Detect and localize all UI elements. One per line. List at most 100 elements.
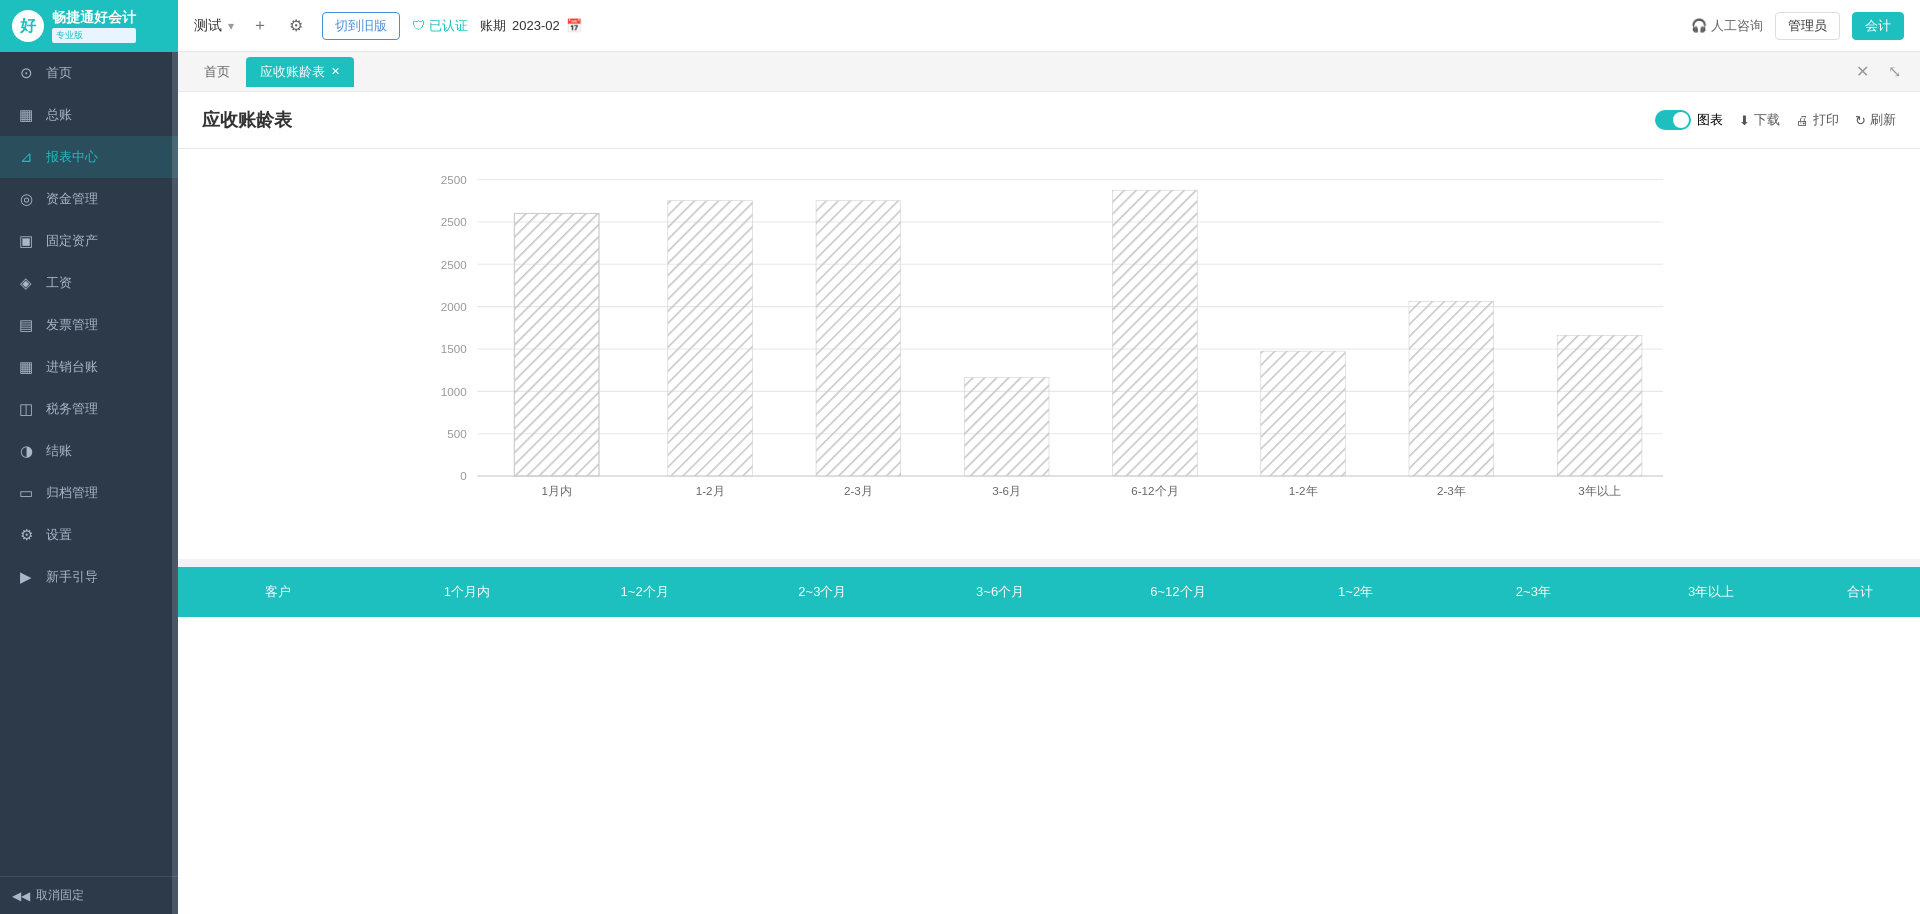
- sidebar-item-label: 税务管理: [46, 400, 98, 418]
- archive-icon: ▭: [16, 484, 36, 502]
- sidebar-item-label: 新手引导: [46, 568, 98, 586]
- svg-text:2500: 2500: [441, 258, 467, 271]
- chart-container: 2500 2500 2500 2000 1500 1000 500 0: [178, 149, 1920, 559]
- svg-text:1-2年: 1-2年: [1289, 484, 1318, 497]
- sidebar-nav: ⊙ 首页 ▦ 总账 ⊿ 报表中心 ◎ 资金管理 ▣ 固定资产 ◈ 工资 ▤ 发票…: [0, 52, 178, 876]
- sidebar-item-ledger[interactable]: ▦ 总账: [0, 94, 178, 136]
- sidebar-item-settings[interactable]: ⚙ 设置: [0, 514, 178, 556]
- tab-ar-aging[interactable]: 应收账龄表 ✕: [246, 57, 354, 87]
- sidebar-item-close[interactable]: ◑ 结账: [0, 430, 178, 472]
- svg-rect-17: [514, 213, 599, 476]
- toggle-thumb: [1673, 112, 1689, 128]
- col-header-1-2y: 1~2年: [1267, 567, 1445, 617]
- chart-toggle-label: 图表: [1697, 111, 1723, 129]
- shield-icon: 🛡: [412, 18, 425, 33]
- svg-rect-23: [1409, 301, 1494, 476]
- cancel-fixed-btn[interactable]: ◀◀ 取消固定: [0, 876, 178, 914]
- refresh-button[interactable]: ↻ 刷新: [1855, 111, 1896, 129]
- svg-rect-24: [1557, 335, 1642, 476]
- sidebar-item-assets[interactable]: ▣ 固定资产: [0, 220, 178, 262]
- sidebar-item-label: 设置: [46, 526, 72, 544]
- svg-rect-18: [668, 201, 753, 476]
- sidebar-item-archive[interactable]: ▭ 归档管理: [0, 472, 178, 514]
- manager-button[interactable]: 管理员: [1775, 12, 1840, 40]
- svg-rect-19: [816, 201, 901, 476]
- svg-text:2-3月: 2-3月: [844, 484, 873, 497]
- download-icon: ⬇: [1739, 113, 1750, 128]
- sidebar-item-salary[interactable]: ◈ 工资: [0, 262, 178, 304]
- cancel-fixed-label: 取消固定: [36, 887, 84, 904]
- table-container: 客户 1个月内 1~2个月 2~3个月 3~6个月 6~12个月 1~2年 2~…: [178, 567, 1920, 914]
- toggle-track[interactable]: [1655, 110, 1691, 130]
- app-logo: 好 畅捷通好会计 专业版: [0, 0, 178, 52]
- svg-rect-20: [964, 378, 1049, 476]
- page-content: 应收账龄表 图表 ⬇ 下载 🖨 打印 ↻ 刷新: [178, 92, 1920, 914]
- period-text: 账期: [480, 17, 506, 35]
- sidebar-item-tax[interactable]: ◫ 税务管理: [0, 388, 178, 430]
- col-header-3-6m: 3~6个月: [911, 567, 1089, 617]
- project-selector[interactable]: 测试 ▾: [194, 17, 234, 35]
- switch-version-button[interactable]: 切到旧版: [322, 12, 400, 40]
- reports-icon: ⊿: [16, 148, 36, 166]
- sidebar-item-label: 总账: [46, 106, 72, 124]
- sidebar-item-label: 固定资产: [46, 232, 98, 250]
- sidebar-item-sales[interactable]: ▦ 进销台账: [0, 346, 178, 388]
- sidebar-item-label: 进销台账: [46, 358, 98, 376]
- tabbar-icons: ✕ ⤡: [1848, 58, 1908, 86]
- settings-icon: ⚙: [16, 526, 36, 544]
- page-actions: 图表 ⬇ 下载 🖨 打印 ↻ 刷新: [1655, 110, 1896, 130]
- sidebar-item-invoice[interactable]: ▤ 发票管理: [0, 304, 178, 346]
- settings-button[interactable]: ⚙: [282, 12, 310, 40]
- svg-text:6-12个月: 6-12个月: [1131, 484, 1178, 497]
- tax-icon: ◫: [16, 400, 36, 418]
- period-info: 账期 2023-02 📅: [480, 17, 582, 35]
- period-value: 2023-02: [512, 18, 560, 33]
- svg-text:500: 500: [447, 427, 467, 440]
- sidebar-item-guide[interactable]: ▶ 新手引导: [0, 556, 178, 598]
- svg-text:1000: 1000: [441, 385, 467, 398]
- unpin-icon: ◀◀: [12, 889, 30, 903]
- edition-badge: 专业版: [52, 28, 136, 43]
- sidebar-item-funds[interactable]: ◎ 资金管理: [0, 178, 178, 220]
- svg-text:2500: 2500: [441, 215, 467, 228]
- svg-text:2000: 2000: [441, 300, 467, 313]
- refresh-label: 刷新: [1870, 111, 1896, 129]
- sidebar-item-home[interactable]: ⊙ 首页: [0, 52, 178, 94]
- sidebar-item-label: 资金管理: [46, 190, 98, 208]
- col-header-6-12m: 6~12个月: [1089, 567, 1267, 617]
- close-tab-icon[interactable]: ✕: [331, 65, 340, 78]
- sidebar-item-label: 归档管理: [46, 484, 98, 502]
- accountant-button[interactable]: 会计: [1852, 12, 1904, 40]
- add-button[interactable]: ＋: [246, 12, 274, 40]
- tab-home[interactable]: 首页: [190, 57, 244, 87]
- service-label: 人工咨询: [1711, 17, 1763, 35]
- calendar-icon: 📅: [566, 18, 582, 33]
- sidebar-item-label: 发票管理: [46, 316, 98, 334]
- service-button[interactable]: 🎧 人工咨询: [1691, 17, 1763, 35]
- download-button[interactable]: ⬇ 下载: [1739, 111, 1780, 129]
- ledger-icon: ▦: [16, 106, 36, 124]
- close-panel-button[interactable]: ✕: [1848, 58, 1876, 86]
- certified-label: 已认证: [429, 17, 468, 35]
- col-header-customer: 客户: [178, 567, 378, 617]
- print-icon: 🖨: [1796, 113, 1809, 128]
- tabbar: 首页 应收账龄表 ✕ ✕ ⤡: [178, 52, 1920, 92]
- chevron-down-icon: ▾: [228, 19, 234, 33]
- col-header-2-3y: 2~3年: [1445, 567, 1623, 617]
- chart-toggle[interactable]: 图表: [1655, 110, 1723, 130]
- page-title: 应收账龄表: [202, 108, 292, 132]
- tab-home-label: 首页: [204, 63, 230, 81]
- print-button[interactable]: 🖨 打印: [1796, 111, 1839, 129]
- sidebar-item-reports[interactable]: ⊿ 报表中心: [0, 136, 178, 178]
- tab-ar-aging-label: 应收账龄表: [260, 63, 325, 81]
- home-icon: ⊙: [16, 64, 36, 82]
- sidebar-item-label: 工资: [46, 274, 72, 292]
- expand-button[interactable]: ⤡: [1880, 58, 1908, 86]
- refresh-icon: ↻: [1855, 113, 1866, 128]
- page-header: 应收账龄表 图表 ⬇ 下载 🖨 打印 ↻ 刷新: [178, 92, 1920, 149]
- col-header-2-3m: 2~3个月: [734, 567, 912, 617]
- project-name: 测试: [194, 17, 222, 35]
- col-header-total: 合计: [1800, 567, 1920, 617]
- svg-text:1500: 1500: [441, 342, 467, 355]
- topbar-right: 🎧 人工咨询 管理员 会计: [1691, 12, 1904, 40]
